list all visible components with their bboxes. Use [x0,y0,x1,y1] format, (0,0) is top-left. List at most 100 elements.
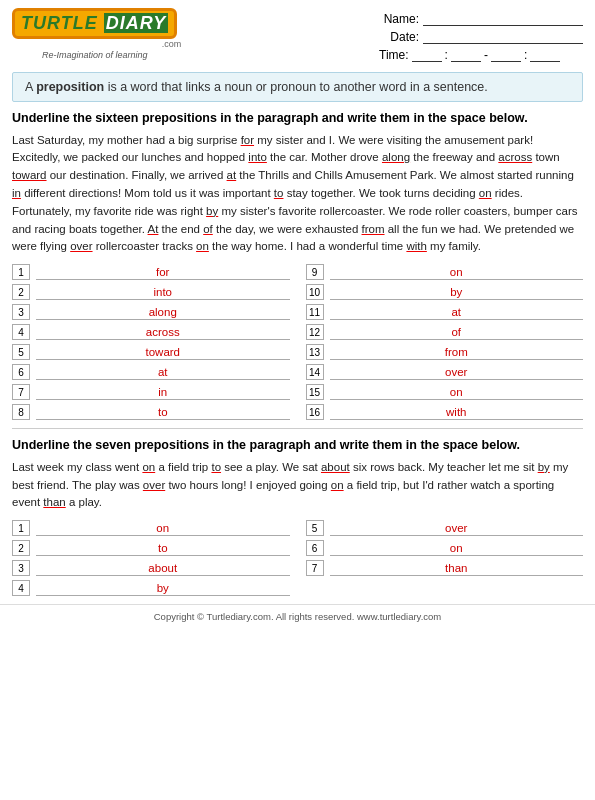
answer-row: 6 on [306,540,584,556]
time-seg-2 [451,48,481,62]
intro-bold-word: preposition [36,80,104,94]
answer-word: to [158,406,168,419]
answer-word: with [446,406,466,419]
num-box: 7 [306,560,324,576]
num-box: 10 [306,284,324,300]
answer-row: 4 by [12,580,290,596]
divider1 [12,428,583,429]
answer-row: 3 about [12,560,290,576]
section1-paragraph: Last Saturday, my mother had a big surpr… [12,132,583,257]
answer-word: by [157,582,169,595]
prep-on1: on [479,187,492,199]
num-box: 9 [306,264,324,280]
answer-word: of [451,326,461,339]
answer-line: over [330,364,584,380]
answer-line: of [330,324,584,340]
intro-box: A preposition is a word that links a nou… [12,72,583,102]
answer-row: 5 over [306,520,584,536]
answer-word: on [450,266,463,279]
time-seg-4 [530,48,560,62]
answer-row: 3 along [12,304,290,320]
time-row: Time: : - : [379,48,583,62]
prep-on2: on [196,240,209,252]
prep-of: of [203,223,213,235]
name-row: Name: [379,12,583,26]
answer-line: by [330,284,584,300]
intro-text-before: A [25,80,36,94]
logo-area: TURTLE DIARY .com Re-Imagination of lear… [12,8,177,60]
time-seg-3 [491,48,521,62]
num-box: 2 [12,540,30,556]
answer-line: to [36,404,290,420]
answer-row: 13 from [306,344,584,360]
answer-row: 2 into [12,284,290,300]
logo-dotcom: .com [162,39,182,49]
answer-word: by [450,286,462,299]
prep-toward: toward [12,169,47,181]
logo: TURTLE DIARY [12,8,177,39]
answer-line: on [330,264,584,280]
answer-line: across [36,324,290,340]
answer-row: 12 of [306,324,584,340]
answer-row: 6 at [12,364,290,380]
prep-with: with [406,240,426,252]
answer-row: 15 on [306,384,584,400]
answer-word: at [451,306,461,319]
answer-line: at [330,304,584,320]
section2-title: Underline the seven prepositions in the … [12,437,583,455]
s2-prep-over: over [143,479,165,491]
answer-line: along [36,304,290,320]
prep-across: across [498,151,532,163]
answer-word: along [149,306,177,319]
answer-row: 1 on [12,520,290,536]
date-input-line [423,30,583,44]
answer-word: for [156,266,169,279]
num-box: 1 [12,520,30,536]
num-box: 12 [306,324,324,340]
intro-text-after: is a word that links a noun or pronoun t… [104,80,488,94]
date-label: Date: [379,30,419,44]
s2-prep-to: to [211,461,221,473]
section1-title: Underline the sixteen prepositions in th… [12,110,583,128]
prep-at1: at [227,169,237,181]
s2-prep-than: than [43,496,65,508]
answer-row: 10 by [306,284,584,300]
answer-line: to [36,540,290,556]
prep-for: for [241,134,254,146]
answer-line: by [36,580,290,596]
answer-line: over [330,520,584,536]
answer-word: across [146,326,180,339]
answer-line: on [36,520,290,536]
answer-row: 1 for [12,264,290,280]
answer-word: in [158,386,167,399]
section1-answers: 1 for 9 on 2 into 10 by 3 [12,264,583,420]
prep-over: over [70,240,92,252]
answer-word: at [158,366,168,379]
num-box: 4 [12,580,30,596]
prep-in: in [12,187,21,199]
num-box: 5 [12,344,30,360]
time-seg-1 [412,48,442,62]
num-box: 6 [12,364,30,380]
name-label: Name: [379,12,419,26]
answer-line: at [36,364,290,380]
name-fields: Name: Date: Time: : - : [379,12,583,62]
answer-line: than [330,560,584,576]
answer-word: toward [145,346,180,359]
prep-into: into [248,151,267,163]
prep-along: along [382,151,410,163]
answer-word: about [148,562,177,575]
date-row: Date: [379,30,583,44]
s2-prep-by: by [538,461,550,473]
num-box: 3 [12,560,30,576]
s2-prep-about: about [321,461,350,473]
num-box: 2 [12,284,30,300]
num-box: 16 [306,404,324,420]
answer-row: 2 to [12,540,290,556]
answer-row: 11 at [306,304,584,320]
num-box: 6 [306,540,324,556]
answer-line: from [330,344,584,360]
s2-prep-on1: on [142,461,155,473]
prep-by: by [206,205,218,217]
answer-row: 14 over [306,364,584,380]
